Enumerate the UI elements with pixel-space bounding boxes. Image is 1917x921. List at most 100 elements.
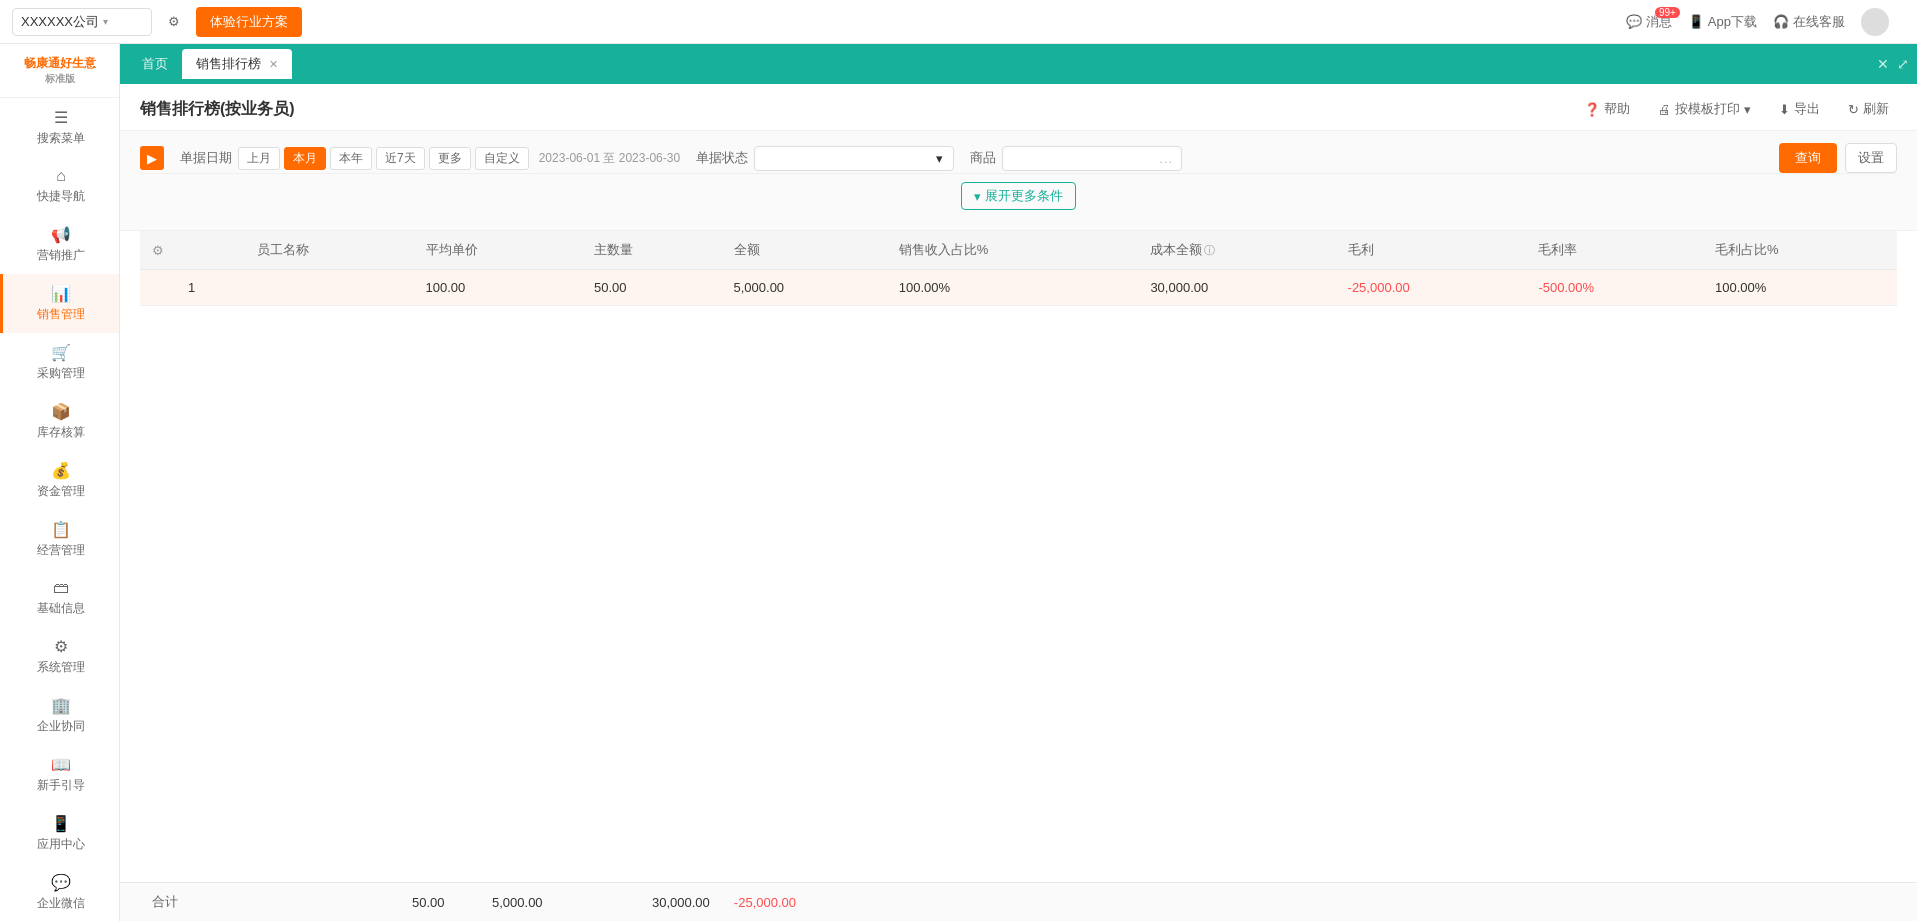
summary-total-amount: 5,000.00 [480, 895, 560, 910]
sidebar-logo: 畅康通好生意 标准版 [0, 44, 119, 98]
sidebar-item-app-center[interactable]: 📱 应用中心 [0, 804, 119, 863]
td-sales-ratio: 100.00% [887, 270, 1139, 306]
sidebar-item-basic-info[interactable]: 🗃 基础信息 [0, 569, 119, 627]
basic-info-icon: 🗃 [53, 579, 69, 597]
sidebar-item-operations[interactable]: 📋 经营管理 [0, 510, 119, 569]
finance-icon: 💰 [51, 461, 71, 480]
wechat-icon: 💬 [51, 873, 71, 892]
tab-sales-ranking[interactable]: 销售排行榜 ✕ [182, 49, 292, 79]
enterprise-icon: 🏢 [51, 696, 71, 715]
logo-text: 畅康通好生意 标准版 [8, 56, 111, 85]
quick-nav-icon: ⌂ [56, 167, 66, 185]
expand-more-btn[interactable]: ▾ 展开更多条件 [961, 182, 1076, 210]
sidebar-label-operations: 经营管理 [37, 542, 85, 559]
goods-input[interactable]: ... [1002, 146, 1182, 171]
summary-values: 50.00 5,000.00 30,000.00 -25,000.00 [320, 895, 1897, 910]
date-btn-this-month[interactable]: 本月 [284, 147, 326, 170]
sidebar-label-system-mgmt: 系统管理 [37, 659, 85, 676]
query-button[interactable]: 查询 [1779, 143, 1837, 173]
th-main-qty: 主数量 [582, 231, 722, 270]
online-service-label: 在线客服 [1793, 13, 1845, 31]
search-order-icon: ☰ [54, 108, 68, 127]
summary-main-qty: 50.00 [400, 895, 480, 910]
date-btn-7days[interactable]: 近7天 [376, 147, 425, 170]
date-btn-prev-month[interactable]: 上月 [238, 147, 280, 170]
summary-avg-price [320, 895, 400, 910]
th-settings[interactable]: ⚙ [140, 231, 176, 270]
td-settings [140, 270, 176, 306]
tab-close-icon[interactable]: ✕ [269, 58, 278, 71]
sidebar-item-enterprise[interactable]: 🏢 企业协同 [0, 686, 119, 745]
settings-icon-btn[interactable]: ⚙ [160, 8, 188, 36]
sidebar-item-system-mgmt[interactable]: ⚙ 系统管理 [0, 627, 119, 686]
sidebar-label-app-center: 应用中心 [37, 836, 85, 853]
settings-button[interactable]: 设置 [1845, 143, 1897, 173]
tab-maximize-btn[interactable]: ⤢ [1897, 56, 1909, 72]
date-range-buttons: 上月 本月 本年 近7天 更多 自定义 [238, 147, 529, 170]
app-center-icon: 📱 [51, 814, 71, 833]
settings-icon: ⚙ [168, 14, 180, 29]
sidebar-item-sales-mgmt[interactable]: 📊 销售管理 [0, 274, 119, 333]
tab-bar: 首页 销售排行榜 ✕ ✕ ⤢ [120, 44, 1917, 84]
date-btn-this-year[interactable]: 本年 [330, 147, 372, 170]
sidebar-item-quick-nav[interactable]: ⌂ 快捷导航 [0, 157, 119, 215]
avatar[interactable] [1861, 8, 1889, 36]
page-content: 销售排行榜(按业务员) ❓ 帮助 🖨 按模板打印 ▾ ⬇ [120, 84, 1917, 921]
status-select[interactable]: ▾ [754, 146, 954, 171]
th-gross-ratio: 毛利占比% [1703, 231, 1897, 270]
status-filter-label: 单据状态 [696, 149, 748, 167]
sidebar-item-wechat[interactable]: 💬 企业微信 [0, 863, 119, 921]
sidebar-item-inventory[interactable]: 📦 库存核算 [0, 392, 119, 451]
summary-label: 合计 [140, 893, 320, 911]
sidebar-item-purchase-mgmt[interactable]: 🛒 采购管理 [0, 333, 119, 392]
page-header: 销售排行榜(按业务员) ❓ 帮助 🖨 按模板打印 ▾ ⬇ [120, 84, 1917, 131]
online-service-item[interactable]: 🎧 在线客服 [1773, 13, 1845, 31]
date-btn-more[interactable]: 更多 [429, 147, 471, 170]
td-cost-amount: 30,000.00 [1138, 270, 1335, 306]
purchase-mgmt-icon: 🛒 [51, 343, 71, 362]
operations-icon: 📋 [51, 520, 71, 539]
tab-minimize-btn[interactable]: ✕ [1877, 56, 1889, 72]
expand-more-row: ▾ 展开更多条件 [140, 173, 1897, 218]
tab-home[interactable]: 首页 [128, 49, 182, 79]
company-selector[interactable]: XXXXXX公司 ▾ [12, 8, 152, 36]
td-gross-ratio: 100.00% [1703, 270, 1897, 306]
date-filter-item: 单据日期 上月 本月 本年 近7天 更多 自定义 2023-06-01 至 20… [180, 147, 680, 170]
help-icon: ❓ [1584, 102, 1600, 117]
refresh-btn[interactable]: ↻ 刷新 [1840, 96, 1897, 122]
expand-more-icon: ▾ [974, 189, 981, 204]
sidebar-label-inventory: 库存核算 [37, 424, 85, 441]
filter-expand-arrow[interactable]: ▶ [140, 146, 164, 170]
print-btn[interactable]: 🖨 按模板打印 ▾ [1650, 96, 1759, 122]
help-btn[interactable]: ❓ 帮助 [1576, 96, 1638, 122]
td-avg-price: 100.00 [414, 270, 582, 306]
date-btn-custom[interactable]: 自定义 [475, 147, 529, 170]
sidebar-item-guide[interactable]: 📖 新手引导 [0, 745, 119, 804]
app-download-item[interactable]: 📱 App下载 [1688, 13, 1757, 31]
trial-button[interactable]: 体验行业方案 [196, 7, 302, 37]
td-main-qty: 50.00 [582, 270, 722, 306]
th-rank [176, 231, 245, 270]
export-icon: ⬇ [1779, 102, 1790, 117]
sales-mgmt-icon: 📊 [51, 284, 71, 303]
message-badge: 99+ [1655, 7, 1680, 18]
message-icon: 💬 [1626, 14, 1642, 29]
expand-more-label: 展开更多条件 [985, 187, 1063, 205]
sidebar-item-finance[interactable]: 💰 资金管理 [0, 451, 119, 510]
sidebar-label-wechat: 企业微信 [37, 895, 85, 912]
th-cost-amount: 成本全额ⓘ [1138, 231, 1335, 270]
cost-info-icon: ⓘ [1204, 243, 1215, 258]
export-btn[interactable]: ⬇ 导出 [1771, 96, 1828, 122]
sidebar-item-marketing[interactable]: 📢 营销推广 [0, 215, 119, 274]
sidebar-item-search-order[interactable]: ☰ 搜索菜单 [0, 98, 119, 157]
sidebar-label-sales-mgmt: 销售管理 [37, 306, 85, 323]
active-tab-label: 销售排行榜 [196, 55, 261, 73]
table-container: ⚙ 员工名称 平均单价 主数量 全额 销售收入占比% 成本全额ⓘ [120, 231, 1917, 882]
th-sales-ratio: 销售收入占比% [887, 231, 1139, 270]
status-filter-item: 单据状态 ▾ [696, 146, 954, 171]
summary-cost-amount: 30,000.00 [640, 895, 722, 910]
inventory-icon: 📦 [51, 402, 71, 421]
message-item[interactable]: 💬 消息 99+ [1626, 13, 1672, 31]
goods-more-btn[interactable]: ... [1159, 151, 1173, 166]
goods-filter-label: 商品 [970, 149, 996, 167]
